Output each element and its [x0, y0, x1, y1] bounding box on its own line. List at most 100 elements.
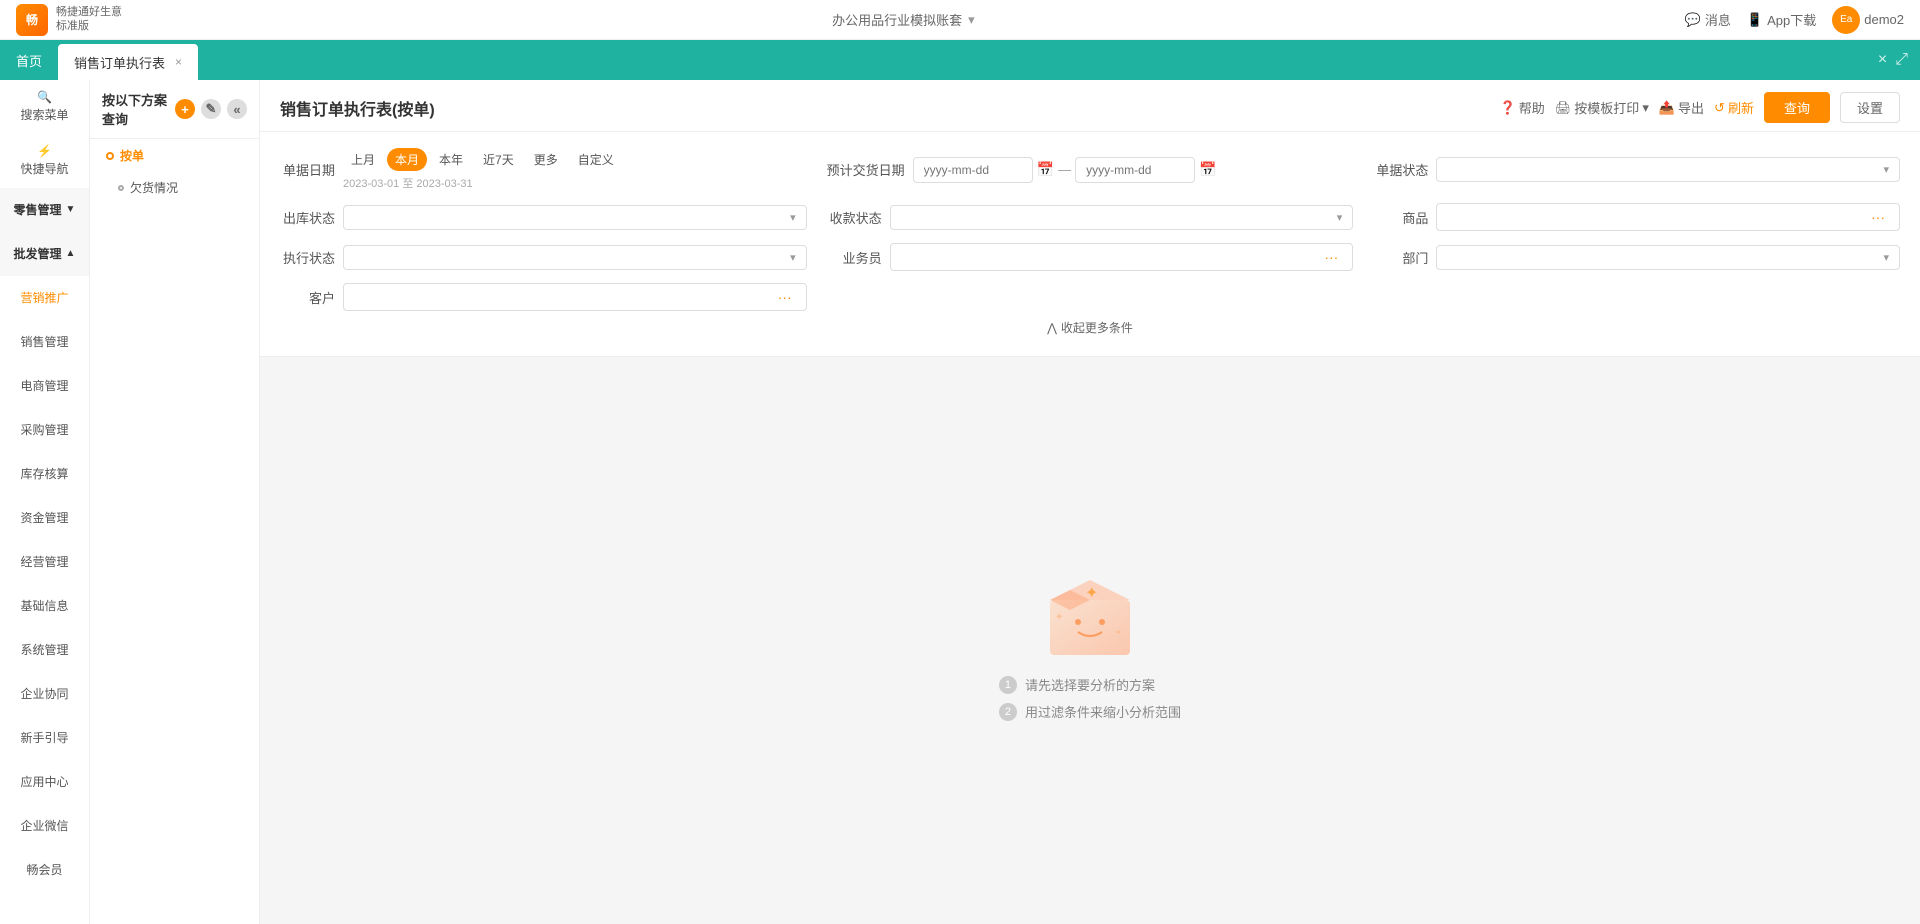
empty-box-svg: ✦ ✦ ✦ [1030, 560, 1150, 660]
export-btn[interactable]: 📤 导出 [1659, 98, 1704, 117]
app-title: 畅捷通好生意 标准版 [56, 6, 122, 32]
sidebar-item-wechat[interactable]: 企业微信 [0, 804, 89, 848]
goods-label: 商品 [1373, 208, 1428, 227]
sidebar-item-quick-nav[interactable]: ⚡ 快捷导航 [0, 134, 89, 188]
tab-close-action[interactable]: × [1878, 51, 1887, 69]
scheme-label: 按单 [120, 147, 144, 164]
print-dropdown-icon[interactable]: ▾ [1642, 100, 1649, 116]
sidebar-item-search-menu[interactable]: 🔍 搜索菜单 [0, 80, 89, 134]
top-header-right: 💬 消息 📱 App下载 Ea demo2 [1685, 6, 1904, 34]
sidebar-item-ecommerce[interactable]: 电商管理 [0, 364, 89, 408]
dept-label: 部门 [1373, 248, 1428, 267]
search-icon: 🔍 [37, 90, 52, 104]
sidebar-item-operations[interactable]: 经营管理 [0, 540, 89, 584]
tab-bar-actions: × ⤢ [1878, 51, 1920, 69]
edit-scheme-btn[interactable]: ✎ [201, 99, 221, 119]
delivery-date-end[interactable] [1075, 157, 1195, 183]
message-btn[interactable]: 💬 消息 [1685, 10, 1731, 29]
empty-hint-1: 1 请先选择要分析的方案 [999, 675, 1181, 694]
refresh-btn[interactable]: ↺ 刷新 [1714, 98, 1754, 117]
sidebar-item-wholesale[interactable]: 批发管理 ▲ [0, 232, 89, 276]
content-header: 销售订单执行表(按单) ❓ 帮助 🖨 按模板打印 ▾ 📤 导出 ↺ 刷新 [260, 80, 1920, 132]
dept-filter-cell: 部门 ▾ [1373, 243, 1900, 271]
app-download-btn[interactable]: 📱 App下载 [1747, 10, 1816, 29]
chevron-up-icon: ▲ [66, 248, 76, 259]
top-header-left: 畅 畅捷通好生意 标准版 [16, 4, 122, 36]
dept-dropdown-icon: ▾ [1883, 251, 1889, 264]
date-btn-more[interactable]: 更多 [526, 148, 566, 171]
help-btn[interactable]: ❓ 帮助 [1500, 98, 1545, 117]
plus-icon: + [181, 102, 189, 117]
print-icon: 🖨 [1555, 100, 1572, 116]
ship-select[interactable]: ▾ [343, 205, 807, 230]
ship-label: 出库状态 [280, 208, 335, 227]
app-logo: 畅 [16, 4, 48, 36]
query-btn[interactable]: 查询 [1764, 92, 1830, 123]
dept-select[interactable]: ▾ [1436, 245, 1900, 270]
execute-select[interactable]: ▾ [343, 245, 807, 270]
sidebar-item-system[interactable]: 系统管理 [0, 628, 89, 672]
date-btn-this-month[interactable]: 本月 [387, 148, 427, 171]
user-avatar[interactable]: Ea demo2 [1832, 6, 1904, 34]
execute-dropdown-icon: ▾ [790, 251, 796, 264]
scheme-item-order[interactable]: 按单 [90, 139, 259, 172]
delivery-date-start[interactable] [913, 157, 1033, 183]
sidebar-item-member[interactable]: 畅会员 [0, 848, 89, 892]
calendar-icon-end[interactable]: 📅 [1199, 161, 1216, 178]
filter-area: 单据日期 上月 本月 本年 近7天 更多 自定义 2023-03-01 至 20… [260, 132, 1920, 357]
salesperson-filter-cell: 业务员 ··· [827, 243, 1354, 271]
date-range-text: 2023-03-01 至 2023-03-31 [343, 175, 807, 191]
sidebar: 🔍 搜索菜单 ⚡ 快捷导航 零售管理 ▼ 批发管理 ▲ 营销推广 销售管理 电商… [0, 80, 90, 924]
status-dropdown-icon: ▾ [1883, 163, 1889, 176]
payment-filter-cell: 收款状态 ▾ [827, 203, 1354, 231]
add-scheme-btn[interactable]: + [175, 99, 195, 119]
tab-home[interactable]: 首页 [0, 40, 58, 80]
tab-expand-action[interactable]: ⤢ [1895, 51, 1908, 69]
sidebar-item-finance[interactable]: 资金管理 [0, 496, 89, 540]
empty-illustration: ✦ ✦ ✦ [1030, 560, 1150, 663]
status-select[interactable]: ▾ [1436, 157, 1900, 182]
goods-more-icon[interactable]: ··· [1867, 209, 1889, 225]
chevron-up-icon: ⋀ [1047, 321, 1057, 335]
goods-input[interactable]: ··· [1436, 203, 1900, 231]
collapse-filters-btn[interactable]: ⋀ 收起更多条件 [280, 315, 1900, 340]
sidebar-item-purchase[interactable]: 采购管理 [0, 408, 89, 452]
customer-more-icon[interactable]: ··· [774, 289, 796, 305]
print-btn[interactable]: 🖨 按模板打印 ▾ [1555, 98, 1649, 117]
collapse-label: 收起更多条件 [1061, 319, 1133, 336]
sidebar-item-newbie[interactable]: 新手引导 [0, 716, 89, 760]
empty-hint-2: 2 用过滤条件来缩小分析范围 [999, 702, 1181, 721]
date-btn-last-month[interactable]: 上月 [343, 148, 383, 171]
sidebar-item-marketing[interactable]: 营销推广 [0, 276, 89, 320]
calendar-icon-start[interactable]: 📅 [1037, 161, 1054, 178]
settings-btn[interactable]: 设置 [1840, 92, 1900, 123]
account-name: 办公用品行业模拟账套 [832, 10, 962, 29]
date-btn-this-year[interactable]: 本年 [431, 148, 471, 171]
lightning-icon: ⚡ [37, 144, 52, 158]
date-btn-custom[interactable]: 自定义 [570, 148, 622, 171]
sidebar-item-enterprise[interactable]: 企业协同 [0, 672, 89, 716]
tab-home-label: 首页 [16, 51, 42, 70]
scheme-item-arrears[interactable]: 欠货情况 [90, 172, 259, 203]
salesperson-input[interactable]: ··· [890, 243, 1354, 271]
sidebar-item-basic-info[interactable]: 基础信息 [0, 584, 89, 628]
status-label: 单据状态 [1373, 160, 1428, 179]
sidebar-item-app-center[interactable]: 应用中心 [0, 760, 89, 804]
tab-sales-order[interactable]: 销售订单执行表 × [58, 44, 198, 80]
sidebar-item-sales[interactable]: 销售管理 [0, 320, 89, 364]
collapse-panel-btn[interactable]: « [227, 99, 247, 119]
sidebar-item-inventory[interactable]: 库存核算 [0, 452, 89, 496]
date-btn-7days[interactable]: 近7天 [475, 148, 522, 171]
goods-filter-cell: 商品 ··· [1373, 203, 1900, 231]
dropdown-icon[interactable]: ▾ [968, 12, 975, 28]
sidebar-item-retail[interactable]: 零售管理 ▼ [0, 188, 89, 232]
tab-close-icon[interactable]: × [175, 55, 182, 69]
hint-text-2: 用过滤条件来缩小分析范围 [1025, 702, 1181, 721]
empty-hints: 1 请先选择要分析的方案 2 用过滤条件来缩小分析范围 [999, 675, 1181, 721]
customer-input[interactable]: ··· [343, 283, 807, 311]
scheme-sub-label: 欠货情况 [130, 179, 178, 196]
salesperson-more-icon[interactable]: ··· [1320, 249, 1342, 265]
refresh-icon: ↺ [1714, 100, 1725, 116]
customer-label: 客户 [280, 288, 335, 307]
payment-select[interactable]: ▾ [890, 205, 1354, 230]
